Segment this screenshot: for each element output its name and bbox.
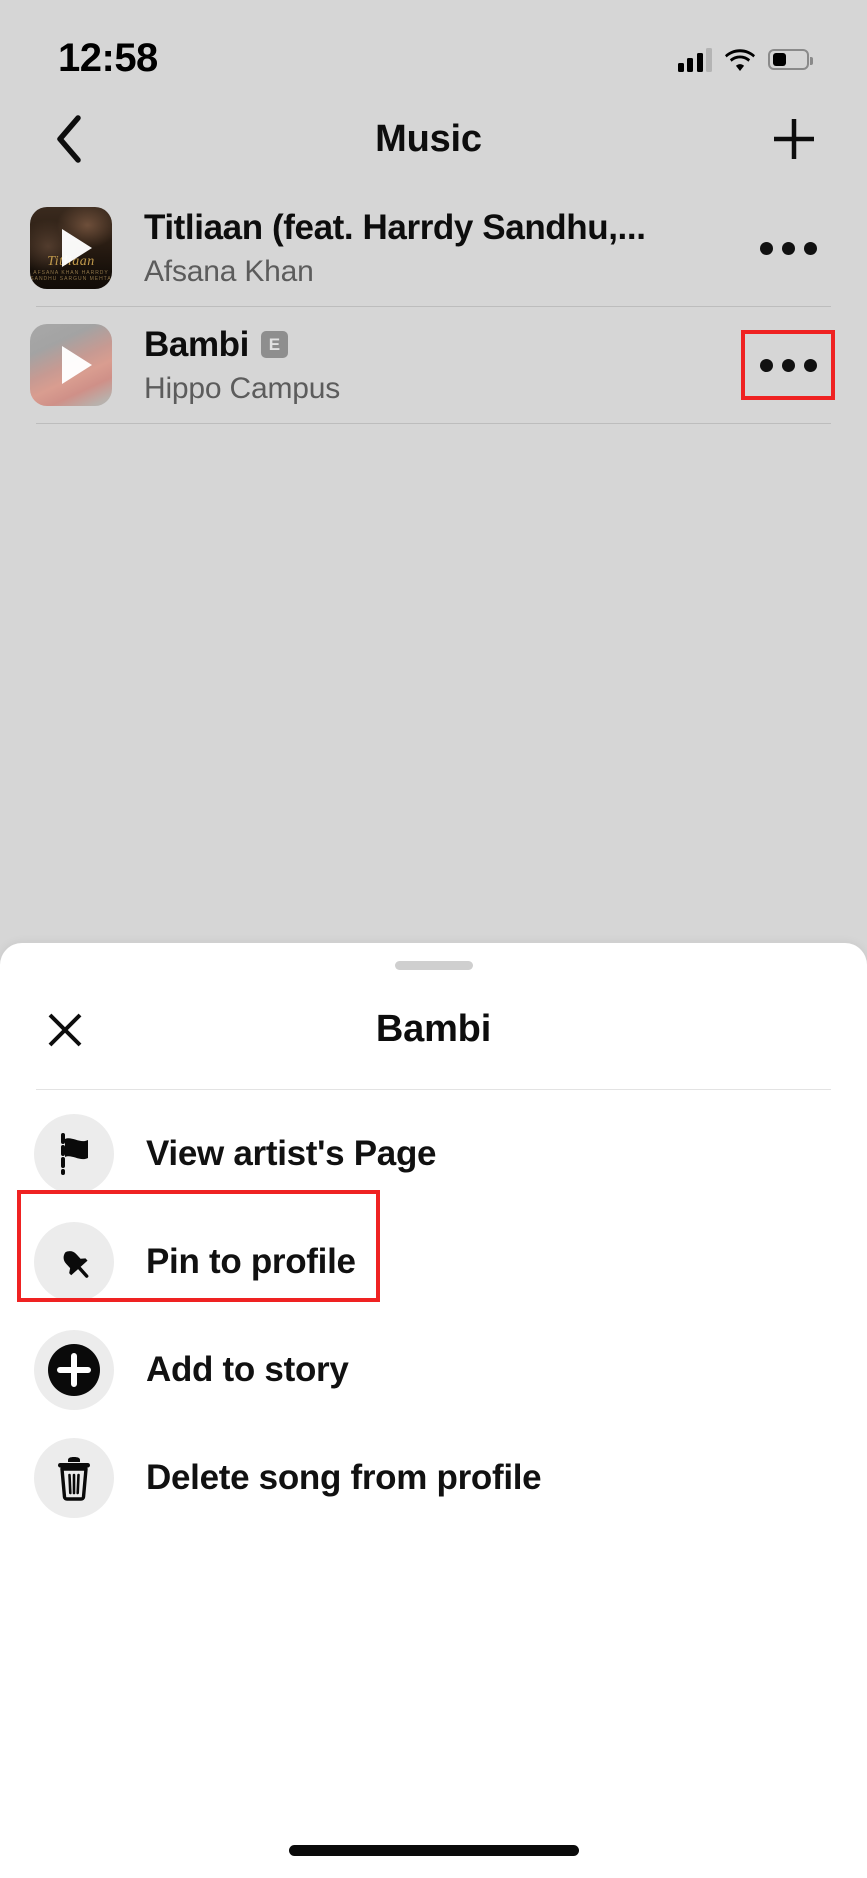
menu-item-label: Add to story <box>146 1350 349 1389</box>
song-more-options-button[interactable] <box>741 330 835 400</box>
add-button[interactable] <box>766 111 822 167</box>
list-divider <box>36 423 831 424</box>
icon-bubble <box>34 1222 114 1302</box>
song-title-line: Bambi E <box>144 325 745 365</box>
page-title: Music <box>375 117 482 160</box>
wifi-icon <box>725 49 755 71</box>
trash-icon <box>58 1457 90 1501</box>
close-x-icon <box>48 1013 82 1046</box>
dot <box>803 241 817 255</box>
home-indicator <box>288 1845 579 1856</box>
song-info: Titliaan (feat. Harrdy Sandhu,... Afsana… <box>112 208 745 289</box>
dot <box>759 358 773 372</box>
album-artwork[interactable]: Titliaan AFSANA KHAN HARRDY SANDHU SARGU… <box>30 207 112 289</box>
menu-item-delete-song[interactable]: Delete song from profile <box>0 1424 867 1532</box>
sheet-header: Bambi <box>36 970 831 1090</box>
plus-icon <box>773 119 814 159</box>
sheet-menu: View artist's Page Pin to profile Add to… <box>0 1090 867 1532</box>
album-artwork[interactable] <box>30 324 112 406</box>
flag-icon <box>61 1133 88 1175</box>
table-row[interactable]: Titliaan AFSANA KHAN HARRDY SANDHU SARGU… <box>0 190 867 306</box>
dot <box>759 241 773 255</box>
menu-item-label: Delete song from profile <box>146 1458 542 1497</box>
icon-bubble <box>34 1330 114 1410</box>
sheet-drag-handle[interactable] <box>394 961 473 970</box>
play-icon <box>62 229 92 267</box>
pin-icon <box>61 1247 89 1278</box>
menu-item-view-artist-page[interactable]: View artist's Page <box>0 1100 867 1208</box>
menu-item-label: View artist's Page <box>146 1134 437 1173</box>
back-button[interactable] <box>45 111 91 167</box>
song-artist: Hippo Campus <box>144 371 341 405</box>
sheet-title: Bambi <box>375 1008 492 1050</box>
play-icon <box>62 346 92 384</box>
icon-bubble <box>34 1438 114 1518</box>
phone-screen: 12:58 Music Titliaan AFSANA KHAN HARRDY … <box>0 0 867 1878</box>
dot <box>781 241 795 255</box>
table-row[interactable]: Bambi E Hippo Campus <box>0 307 867 423</box>
battery-icon <box>768 49 813 70</box>
song-artist: Afsana Khan <box>144 254 314 288</box>
menu-item-label: Pin to profile <box>146 1242 356 1281</box>
explicit-badge: E <box>260 331 288 358</box>
cellular-signal-icon <box>677 47 712 72</box>
menu-item-add-to-story[interactable]: Add to story <box>0 1316 867 1424</box>
song-title: Titliaan (feat. Harrdy Sandhu,... <box>144 207 646 247</box>
song-title-line: Titliaan (feat. Harrdy Sandhu,... <box>144 208 745 248</box>
menu-item-pin-to-profile[interactable]: Pin to profile <box>0 1190 867 1316</box>
action-sheet: Bambi View artist's Page Pin to profile … <box>0 943 867 1878</box>
dot <box>781 358 795 372</box>
chevron-left-icon <box>57 115 81 163</box>
nav-bar: Music <box>0 95 867 183</box>
song-more-options-button[interactable] <box>745 217 831 279</box>
dot <box>803 358 817 372</box>
status-bar-time: 12:58 <box>58 36 158 80</box>
artwork-credits-text: AFSANA KHAN HARRDY SANDHU SARGUN MEHTA <box>30 270 112 282</box>
song-title: Bambi <box>144 324 249 364</box>
icon-bubble <box>34 1114 114 1194</box>
song-list: Titliaan AFSANA KHAN HARRDY SANDHU SARGU… <box>0 190 867 424</box>
status-bar-indicators <box>677 24 813 72</box>
plus-circle-icon <box>48 1344 100 1396</box>
close-button[interactable] <box>38 1003 92 1057</box>
song-info: Bambi E Hippo Campus <box>112 325 745 406</box>
status-bar: 12:58 <box>0 0 867 95</box>
